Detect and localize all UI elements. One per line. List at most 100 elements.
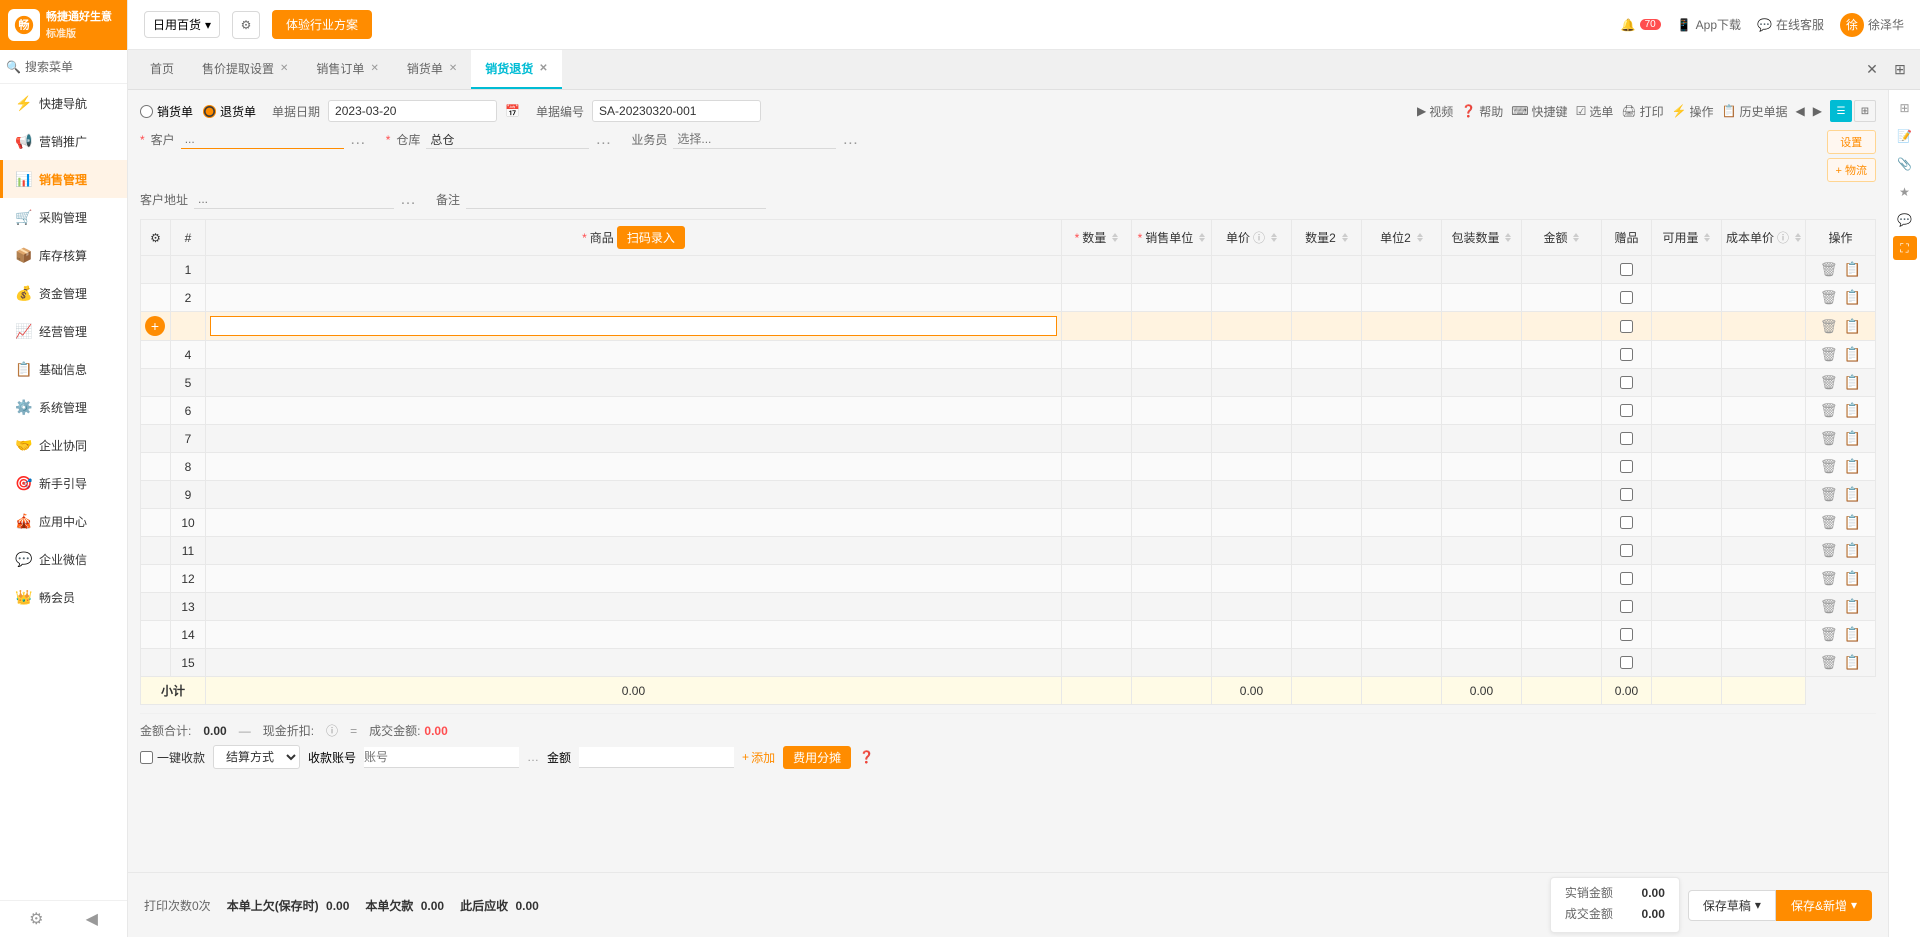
search-menu-item[interactable]: 🔍 搜索菜单 [0,50,127,84]
row-price-3[interactable] [1211,312,1291,341]
right-msg-btn[interactable]: 💬 [1893,208,1917,232]
row-pack-2[interactable] [1441,284,1521,312]
right-star-btn[interactable]: ★ [1893,180,1917,204]
sidebar-item-system[interactable]: ⚙️ 系统管理 [0,388,127,426]
del-5[interactable]: 🗑 [1820,374,1838,391]
tab-home[interactable]: 首页 [136,50,188,89]
copy-7[interactable]: 📋 [1844,430,1861,447]
calendar-icon[interactable]: 📅 [505,104,520,118]
row-gift-1[interactable] [1601,256,1651,284]
row-unit2-3[interactable] [1361,312,1441,341]
row-gift-3[interactable] [1601,312,1651,341]
salesperson-more-btn[interactable]: … [842,131,858,149]
right-attach-btn[interactable]: 📎 [1893,152,1917,176]
save-draft-button[interactable]: 保存草稿 ▾ [1688,890,1776,921]
copy-8[interactable]: 📋 [1844,458,1861,475]
gift-cb-7[interactable] [1620,432,1633,445]
radio-return[interactable]: 退货单 [203,103,256,120]
row-cost-2[interactable] [1721,284,1805,312]
row-unit-1[interactable] [1131,256,1211,284]
grid-view-btn[interactable]: ⊞ [1854,100,1876,122]
sidebar-item-shortcuts[interactable]: ⚡ 快捷导航 [0,84,127,122]
tab-sales-order-close[interactable]: ✕ [370,63,378,74]
one-click-payment-cb[interactable]: 一键收款 [140,749,205,766]
gift-cb-4[interactable] [1620,348,1633,361]
tab-sales-delivery[interactable]: 销货单 ✕ [393,50,471,89]
product-input-1[interactable] [210,263,1057,277]
right-note-btn[interactable]: 📝 [1893,124,1917,148]
address-input[interactable] [194,190,394,209]
row-unit2-2[interactable] [1361,284,1441,312]
gift-cb-10[interactable] [1620,516,1633,529]
split-btn[interactable]: 费用分摊 [783,746,851,769]
copy-row-2-btn[interactable]: 📋 [1844,289,1861,306]
del-12[interactable]: 🗑 [1820,570,1838,587]
address-more-btn[interactable]: … [400,191,416,209]
copy-10[interactable]: 📋 [1844,514,1861,531]
row-unit2-1[interactable] [1361,256,1441,284]
help-btn[interactable]: ❓ 帮助 [1461,103,1503,120]
row-avail-3[interactable] [1651,312,1721,341]
split-help-icon[interactable]: ❓ [859,750,874,764]
del-10[interactable]: 🗑 [1820,514,1838,531]
sidebar-item-operations[interactable]: 📈 经营管理 [0,312,127,350]
copy-6[interactable]: 📋 [1844,402,1861,419]
row-qty-3[interactable] [1061,312,1131,341]
gift-cb-3[interactable] [1620,320,1633,333]
remark-input[interactable] [466,190,766,209]
copy-row-3-btn[interactable]: 📋 [1844,318,1861,335]
sidebar-collapse-btn[interactable]: ◀ [86,909,98,929]
number-input[interactable] [592,100,761,122]
add-row-btn[interactable]: + [145,316,165,336]
settlement-method-select[interactable]: 结算方式 [213,745,300,769]
gear-icon[interactable]: ⚙ [150,231,161,245]
tab-close-all-btn[interactable]: ✕ [1860,58,1884,82]
sidebar-item-wechat[interactable]: 💬 企业微信 [0,540,127,578]
gift-cb-13[interactable] [1620,600,1633,613]
warehouse-more-btn[interactable]: … [595,131,611,149]
tab-price-settings-close[interactable]: ✕ [280,63,288,74]
sidebar-item-appstore[interactable]: 🎪 应用中心 [0,502,127,540]
prev-record-btn[interactable]: ◀ [1796,104,1805,118]
sidebar-item-newbie[interactable]: 🎯 新手引导 [0,464,127,502]
copy-13[interactable]: 📋 [1844,598,1861,615]
messages-btn[interactable]: 🔔 70 [1621,18,1661,32]
right-fullscreen-btn[interactable]: ⛶ [1893,236,1917,260]
row-qty2-3[interactable] [1291,312,1361,341]
print-btn[interactable]: 🖨 打印 [1621,103,1663,120]
gift-cb-2[interactable] [1620,291,1633,304]
sidebar-item-marketing[interactable]: 📢 营销推广 [0,122,127,160]
online-service-btn[interactable]: 💬 在线客服 [1757,16,1824,33]
radio-return-input[interactable] [203,105,216,118]
tab-price-settings[interactable]: 售价提取设置 ✕ [188,50,302,89]
add-payment-btn[interactable]: + 添加 [742,749,775,766]
row-pack-1[interactable] [1441,256,1521,284]
gift-cb-5[interactable] [1620,376,1633,389]
right-expand-btn[interactable]: ⊞ [1893,96,1917,120]
del-15[interactable]: 🗑 [1820,654,1838,671]
tab-sales-delivery-close[interactable]: ✕ [449,63,457,74]
gift-cb-8[interactable] [1620,460,1633,473]
gift-cb-1[interactable] [1620,263,1633,276]
del-14[interactable]: 🗑 [1820,626,1838,643]
gift-cb-11[interactable] [1620,544,1633,557]
form-settings-btn[interactable]: 设置 [1827,130,1876,154]
row-price-2[interactable] [1211,284,1291,312]
operation-btn[interactable]: ⚡ 操作 [1672,103,1714,120]
gift-cb-9[interactable] [1620,488,1633,501]
copy-12[interactable]: 📋 [1844,570,1861,587]
row-unit-2[interactable] [1131,284,1211,312]
sidebar-item-purchase[interactable]: 🛒 采购管理 [0,198,127,236]
row-amount-2[interactable] [1521,284,1601,312]
row-cost-1[interactable] [1721,256,1805,284]
del-4[interactable]: 🗑 [1820,346,1838,363]
app-download-btn[interactable]: 📱 App下载 [1677,16,1741,33]
row-unit-3[interactable] [1131,312,1211,341]
tab-sales-return-close[interactable]: ✕ [539,63,547,74]
sidebar-item-inventory[interactable]: 📦 库存核算 [0,236,127,274]
del-13[interactable]: 🗑 [1820,598,1838,615]
user-profile-btn[interactable]: 徐 徐泽华 [1840,13,1904,37]
row-qty2-1[interactable] [1291,256,1361,284]
row-avail-2[interactable] [1651,284,1721,312]
tab-sales-return[interactable]: 销货退货 ✕ [471,50,561,89]
